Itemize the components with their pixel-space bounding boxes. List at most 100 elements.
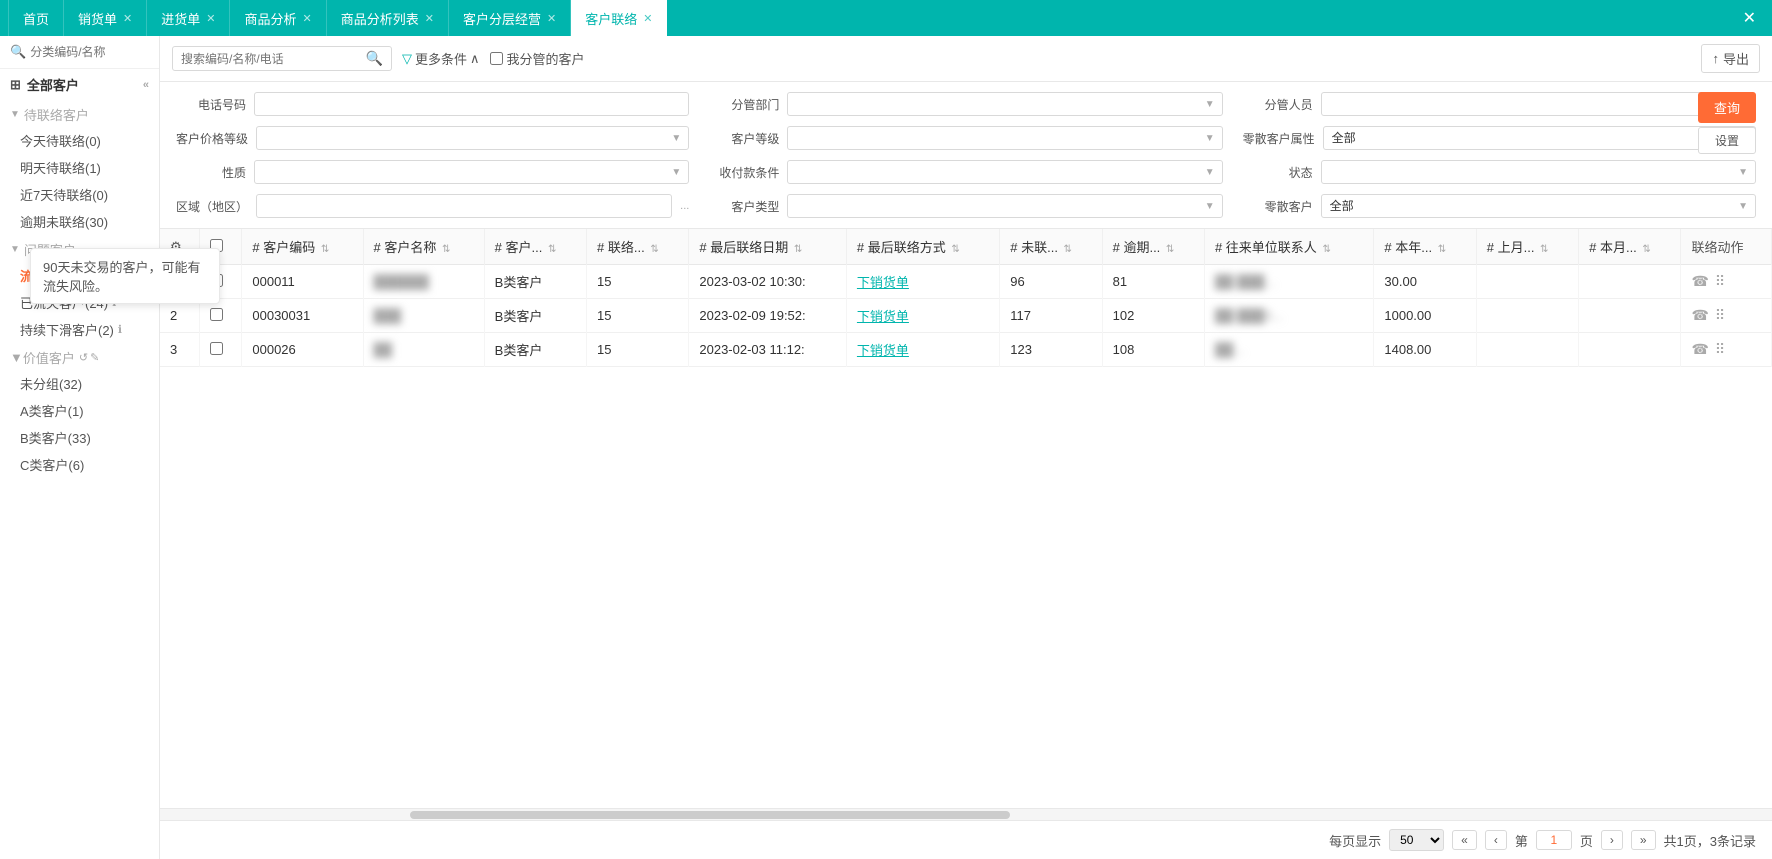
settings-button[interactable]: 设置 [1698, 127, 1756, 154]
col-last-month[interactable]: # 上月... ⇅ [1476, 229, 1578, 265]
scrollbar-thumb[interactable] [410, 811, 1010, 819]
nav-product-list[interactable]: 商品分析列表 ✕ [327, 0, 449, 36]
action-contact-icon[interactable]: ☎ [1691, 341, 1708, 358]
row-type: B类客户 [484, 299, 586, 333]
action-more-icon[interactable]: ⠿ [1715, 307, 1725, 324]
zero-customer-select[interactable]: 全部 [1321, 194, 1756, 218]
my-customers-check[interactable] [490, 52, 503, 65]
action-more-icon[interactable]: ⠿ [1715, 273, 1725, 290]
customer-level-select[interactable] [787, 126, 1222, 150]
sidebar-item-declining[interactable]: 持续下滑客户(2) ℹ [0, 316, 159, 343]
sidebar-all-customers[interactable]: ⊞ 全部客户 « [0, 69, 159, 100]
search-submit-icon[interactable]: 🔍 [366, 50, 383, 67]
top-nav: 首页 销货单 ✕ 进货单 ✕ 商品分析 ✕ 商品分析列表 ✕ 客户分层经营 ✕ … [0, 0, 1772, 36]
query-button[interactable]: 查询 [1698, 92, 1756, 123]
more-filter-btn[interactable]: ▽ 更多条件 ∧ [402, 49, 480, 68]
col-type[interactable]: # 客户... ⇅ [484, 229, 586, 265]
col-current-year[interactable]: # 本年... ⇅ [1374, 229, 1476, 265]
col-current-month[interactable]: # 本月... ⇅ [1579, 229, 1681, 265]
row-last-method[interactable]: 下销货单 [846, 333, 999, 367]
nav-product-analysis[interactable]: 商品分析 ✕ [230, 0, 326, 36]
col-no-contact[interactable]: # 未联... ⇅ [1000, 229, 1102, 265]
sidebar-item-b-class[interactable]: B类客户(33) [0, 424, 159, 451]
row-last-method[interactable]: 下销货单 [846, 299, 999, 333]
sidebar-group-value[interactable]: ▼ 价值客户 ↺ ✎ [0, 343, 159, 370]
settings-icon[interactable]: ✎ [90, 351, 99, 364]
phone-input[interactable] [254, 92, 689, 116]
nature-select[interactable] [254, 160, 689, 184]
row-current-month [1579, 333, 1681, 367]
sidebar-item-a-class[interactable]: A类客户(1) [0, 397, 159, 424]
action-more-icon[interactable]: ⠿ [1715, 341, 1725, 358]
payment-select[interactable] [787, 160, 1222, 184]
customer-type-select[interactable] [787, 194, 1222, 218]
nav-customer-contact[interactable]: 客户联络 ✕ [571, 0, 667, 36]
action-contact-icon[interactable]: ☎ [1691, 307, 1708, 324]
row-contact: 15 [587, 299, 689, 333]
search-input-wrap: 🔍 [172, 46, 392, 71]
sidebar-item-today[interactable]: 今天待联络(0) [0, 127, 159, 154]
first-page-btn[interactable]: « [1452, 830, 1477, 850]
content-area: 🔍 ▽ 更多条件 ∧ 我分管的客户 ↑ 导出 电话号码 [160, 36, 1772, 859]
search-bar: 🔍 ▽ 更多条件 ∧ 我分管的客户 ↑ 导出 [160, 36, 1772, 82]
nav-customer-tier[interactable]: 客户分层经营 ✕ [449, 0, 571, 36]
row-type: B类客户 [484, 265, 586, 299]
col-overdue[interactable]: # 逾期... ⇅ [1102, 229, 1204, 265]
action-contact-icon[interactable]: ☎ [1691, 273, 1708, 290]
edit-icon[interactable]: ↺ [79, 351, 88, 364]
row-current-year: 1000.00 [1374, 299, 1476, 333]
row-overdue: 81 [1102, 265, 1204, 299]
last-page-btn[interactable]: » [1631, 830, 1656, 850]
region-more-btn[interactable]: ... [680, 200, 689, 212]
sidebar-group-pending[interactable]: ▼ 待联络客户 [0, 100, 159, 127]
filter-payment: 收付款条件 ▼ [709, 160, 1222, 184]
dept-select[interactable] [787, 92, 1222, 116]
zero-attr-select[interactable]: 全部 [1323, 126, 1756, 150]
sidebar-item-c-class[interactable]: C类客户(6) [0, 451, 159, 478]
col-contact-person[interactable]: # 往来单位联系人 ⇅ [1204, 229, 1373, 265]
col-contact[interactable]: # 联络... ⇅ [587, 229, 689, 265]
row-current-year: 1408.00 [1374, 333, 1476, 367]
sidebar-item-ungrouped[interactable]: 未分组(32) [0, 370, 159, 397]
col-last-date[interactable]: # 最后联络日期 ⇅ [689, 229, 847, 265]
filter-nature: 性质 ▼ [176, 160, 689, 184]
row-checkbox[interactable] [200, 333, 242, 367]
search-input[interactable] [181, 52, 362, 66]
export-btn[interactable]: ↑ 导出 [1701, 44, 1760, 73]
nav-product-close[interactable]: ✕ [303, 12, 312, 25]
row-code: 000026 [242, 333, 363, 367]
zero-customer-wrap: 全部 ▼ [1321, 194, 1756, 218]
sidebar-item-7days[interactable]: 近7天待联络(0) [0, 181, 159, 208]
nav-home[interactable]: 首页 [8, 0, 64, 36]
nav-sales-close[interactable]: ✕ [123, 12, 132, 25]
table-row: 2 00030031 ███ B类客户 15 2023-02-09 19:52:… [160, 299, 1772, 333]
sidebar-item-overdue[interactable]: 逾期未联络(30) [0, 208, 159, 235]
col-name[interactable]: # 客户名称 ⇅ [363, 229, 484, 265]
col-code[interactable]: # 客户编码 ⇅ [242, 229, 363, 265]
next-page-btn[interactable]: › [1601, 830, 1623, 850]
row-last-method[interactable]: 下销货单 [846, 265, 999, 299]
filter-phone: 电话号码 [176, 92, 689, 116]
price-level-select[interactable] [256, 126, 689, 150]
arrow-icon-3: ▼ [10, 350, 23, 365]
sidebar-item-tomorrow[interactable]: 明天待联络(1) [0, 154, 159, 181]
nav-customer-contact-close[interactable]: ✕ [643, 12, 652, 25]
nav-purchase[interactable]: 进货单 ✕ [147, 0, 230, 36]
table-row: 1 000011 ██████ B类客户 15 2023-03-02 10:30… [160, 265, 1772, 299]
status-select[interactable] [1321, 160, 1756, 184]
region-input[interactable] [256, 194, 672, 218]
col-last-method[interactable]: # 最后联络方式 ⇅ [846, 229, 999, 265]
prev-page-btn[interactable]: ‹ [1485, 830, 1507, 850]
my-customers-checkbox[interactable]: 我分管的客户 [490, 49, 585, 68]
window-close-btn[interactable]: ✕ [1735, 8, 1764, 28]
price-level-wrap: ▼ [256, 126, 689, 150]
page-input[interactable] [1536, 830, 1572, 850]
nav-customer-tier-close[interactable]: ✕ [547, 12, 556, 25]
nav-sales[interactable]: 销货单 ✕ [64, 0, 147, 36]
nav-purchase-close[interactable]: ✕ [206, 12, 215, 25]
nav-product-list-close[interactable]: ✕ [425, 12, 434, 25]
person-input[interactable] [1321, 92, 1739, 116]
sidebar-search-input[interactable] [30, 45, 149, 59]
horizontal-scrollbar[interactable] [160, 808, 1772, 820]
page-size-select[interactable]: 50 100 [1389, 829, 1444, 851]
